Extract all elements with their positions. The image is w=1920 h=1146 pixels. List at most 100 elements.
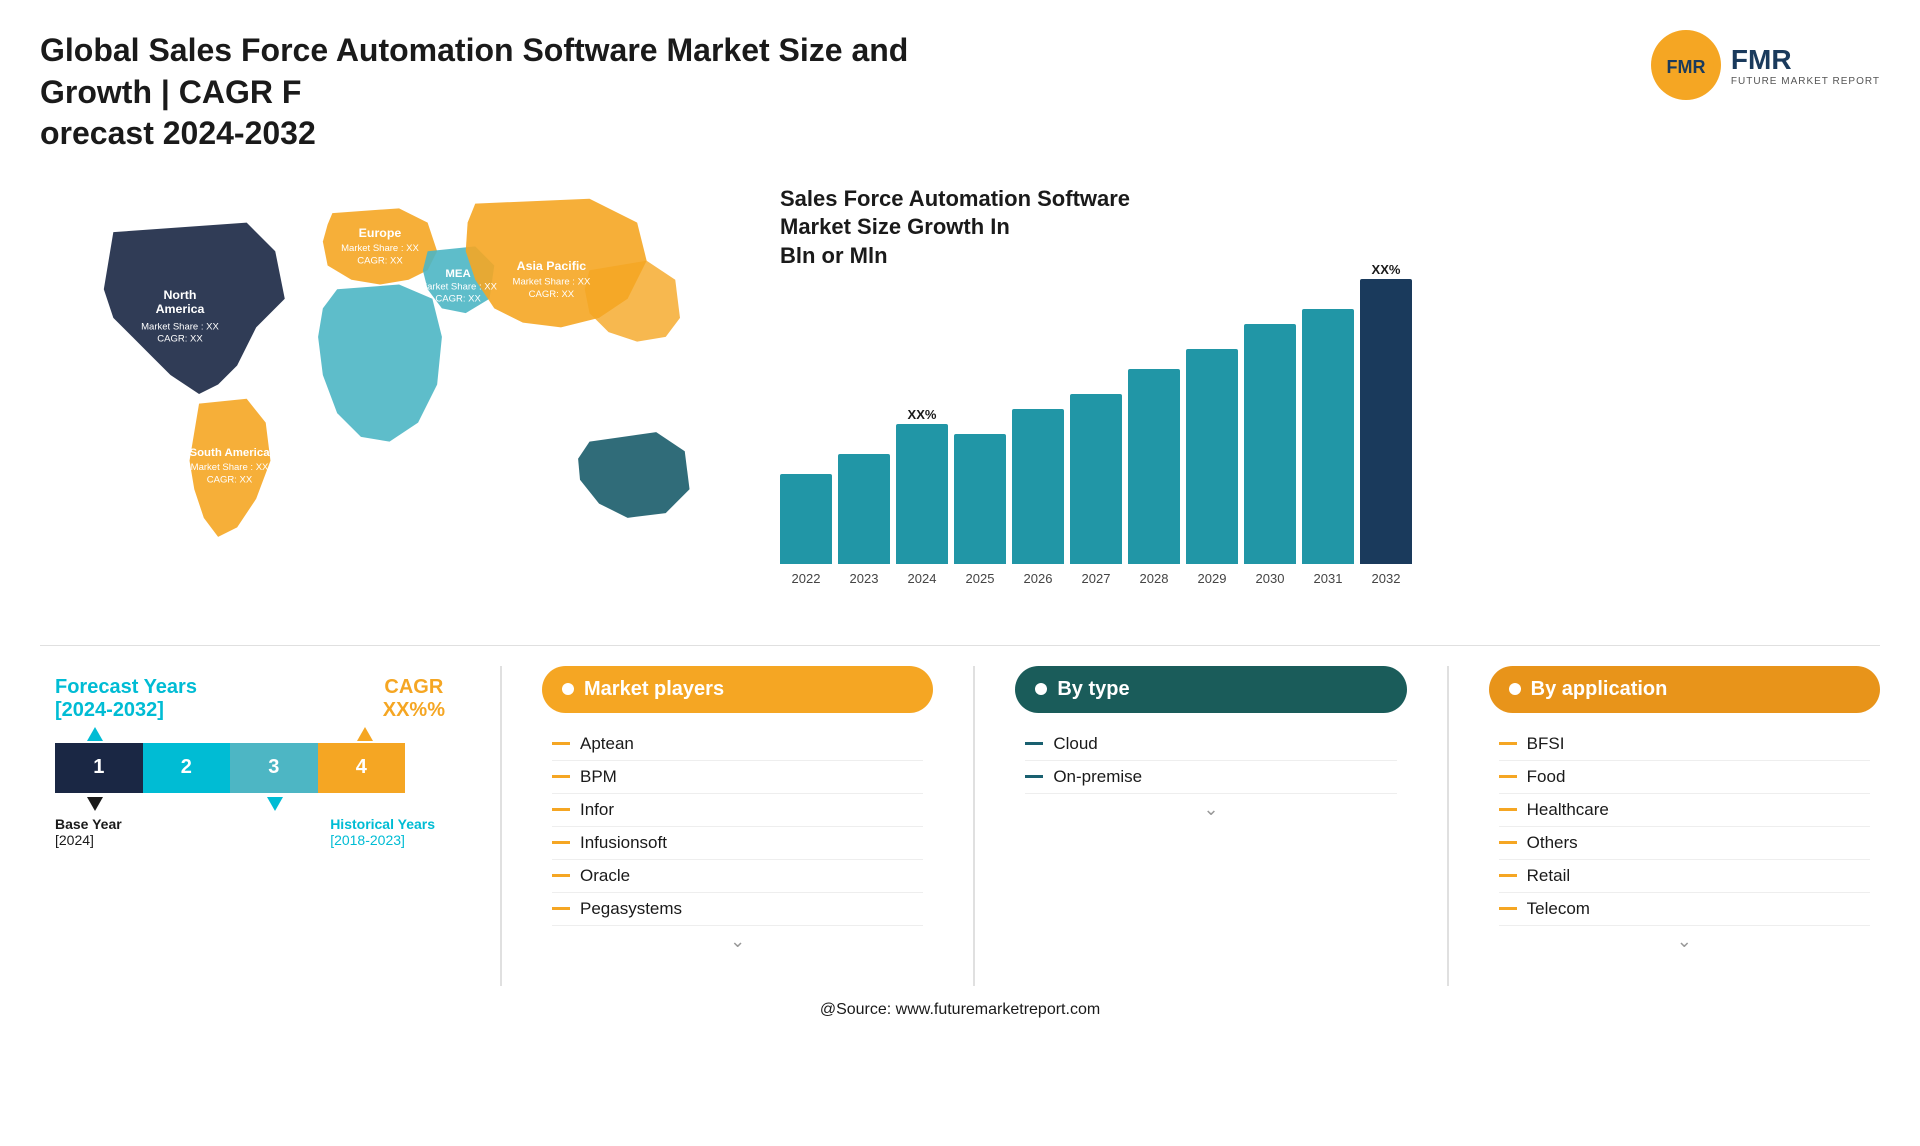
svg-text:CAGR: XX: CAGR: XX (435, 293, 481, 304)
list-item: Oracle (552, 860, 923, 893)
market-players-list: Aptean BPM Infor Infusionsoft Oracle (542, 728, 933, 926)
bar-group-2028: 2028 (1128, 351, 1180, 586)
vertical-divider-1 (500, 666, 502, 986)
logo-area: FMR FMR FUTURE MARKET REPORT (1651, 30, 1880, 100)
svg-text:North: North (164, 288, 197, 302)
list-item: Retail (1499, 860, 1870, 893)
list-item: Aptean (552, 728, 923, 761)
vertical-divider-2 (973, 666, 975, 986)
chart-area: Sales Force Automation SoftwareMarket Si… (760, 175, 1880, 615)
bar-group-2025: 2025 (954, 416, 1006, 586)
main-container: Global Sales Force Automation Software M… (0, 0, 1920, 1146)
header-area: Global Sales Force Automation Software M… (40, 30, 1880, 155)
dash-icon (552, 775, 570, 778)
svg-text:Market Share : XX: Market Share : XX (419, 281, 497, 292)
bar-group-2027: 2027 (1070, 376, 1122, 586)
dash-icon (552, 841, 570, 844)
logo-subtitle: FUTURE MARKET REPORT (1731, 76, 1880, 87)
list-item: BFSI (1499, 728, 1870, 761)
market-players-panel: Market players Aptean BPM Infor Infusio (542, 666, 933, 986)
source-footer: @Source: www.futuremarketreport.com (40, 986, 1880, 1024)
svg-text:CAGR: XX: CAGR: XX (529, 289, 575, 300)
dash-icon (1499, 775, 1517, 778)
by-application-list: BFSI Food Healthcare Others Retail (1489, 728, 1880, 926)
vertical-divider-3 (1447, 666, 1449, 986)
svg-text:CAGR: XX: CAGR: XX (207, 474, 253, 485)
bar-group-2022: 2022 (780, 456, 832, 586)
by-type-title: By type (1057, 678, 1129, 701)
hist-years-label: Historical Years (330, 816, 435, 832)
dash-icon (1025, 775, 1043, 778)
dash-icon (1499, 874, 1517, 877)
segment-3: 3 (230, 743, 318, 793)
dash-icon (1499, 808, 1517, 811)
list-item: On-premise (1025, 761, 1396, 794)
market-players-dot (562, 683, 574, 695)
svg-text:CAGR: XX: CAGR: XX (357, 255, 403, 266)
svg-text:Market Share : XX: Market Share : XX (191, 462, 269, 473)
bar-group-2032: XX% 2032 (1360, 262, 1412, 586)
dash-icon (552, 808, 570, 811)
list-item: Healthcare (1499, 794, 1870, 827)
by-type-panel: By type Cloud On-premise ⌄ (1015, 666, 1406, 986)
segment-4: 4 (318, 743, 406, 793)
by-type-list: Cloud On-premise (1015, 728, 1406, 794)
bar-2029 (1186, 349, 1238, 564)
base-year-arrow-down (87, 797, 103, 811)
svg-text:Market Share : XX: Market Share : XX (341, 243, 419, 254)
bar-2031 (1302, 309, 1354, 564)
svg-text:South America: South America (189, 447, 270, 459)
base-year-label: Base Year (55, 816, 122, 832)
bar-group-2023: 2023 (838, 436, 890, 586)
page-title: Global Sales Force Automation Software M… (40, 30, 940, 155)
top-section: North America Market Share : XX CAGR: XX… (40, 175, 1880, 615)
dash-icon (552, 742, 570, 745)
forecast-arrow-up (87, 727, 103, 741)
forecast-box: Forecast Years [2024-2032] CAGR XX%% (40, 666, 460, 986)
list-item: Telecom (1499, 893, 1870, 926)
bar-2032 (1360, 279, 1412, 564)
bar-2030 (1244, 324, 1296, 564)
world-map: North America Market Share : XX CAGR: XX… (40, 175, 720, 575)
list-item: Cloud (1025, 728, 1396, 761)
dash-icon (1499, 907, 1517, 910)
segment-1: 1 (55, 743, 143, 793)
base-year-value: [2024] (55, 832, 122, 848)
dash-icon (1025, 742, 1043, 745)
by-application-title: By application (1531, 678, 1668, 701)
by-application-panel: By application BFSI Food Healthcare Oth (1489, 666, 1880, 986)
logo-initials: FMR (1731, 44, 1880, 76)
svg-text:Market Share : XX: Market Share : XX (513, 276, 591, 287)
title-line1: Global Sales Force Automation Software M… (40, 32, 908, 110)
list-item: Infor (552, 794, 923, 827)
svg-text:Europe: Europe (359, 226, 402, 240)
list-item: Others (1499, 827, 1870, 860)
dash-icon (552, 907, 570, 910)
svg-text:MEA: MEA (445, 268, 470, 280)
by-application-header: By application (1489, 666, 1880, 713)
list-item: Food (1499, 761, 1870, 794)
title-line2: orecast 2024-2032 (40, 115, 316, 151)
dash-icon (552, 874, 570, 877)
bar-group-2024: XX% 2024 (896, 407, 948, 586)
list-item: Infusionsoft (552, 827, 923, 860)
map-area: North America Market Share : XX CAGR: XX… (40, 175, 720, 615)
cagr-arrow-up (357, 727, 373, 741)
dash-icon (1499, 841, 1517, 844)
cagr-label: CAGR (383, 676, 445, 699)
svg-text:CAGR: XX: CAGR: XX (157, 333, 203, 344)
bottom-section: Forecast Years [2024-2032] CAGR XX%% (40, 666, 1880, 986)
chart-title: Sales Force Automation SoftwareMarket Si… (780, 185, 1860, 271)
dash-icon (1499, 742, 1517, 745)
bar-group-2031: 2031 (1302, 291, 1354, 586)
source-text: @Source: www.futuremarketreport.com (820, 1001, 1100, 1018)
hist-years-arrow-down (267, 797, 283, 811)
bar-group-2029: 2029 (1186, 331, 1238, 586)
bar-2025 (954, 434, 1006, 564)
bar-group-2026: 2026 (1012, 391, 1064, 586)
bar-2022 (780, 474, 832, 564)
bar-2023 (838, 454, 890, 564)
svg-text:FMR: FMR (1666, 57, 1705, 77)
by-type-header: By type (1015, 666, 1406, 713)
logo-circle: FMR (1651, 30, 1721, 100)
